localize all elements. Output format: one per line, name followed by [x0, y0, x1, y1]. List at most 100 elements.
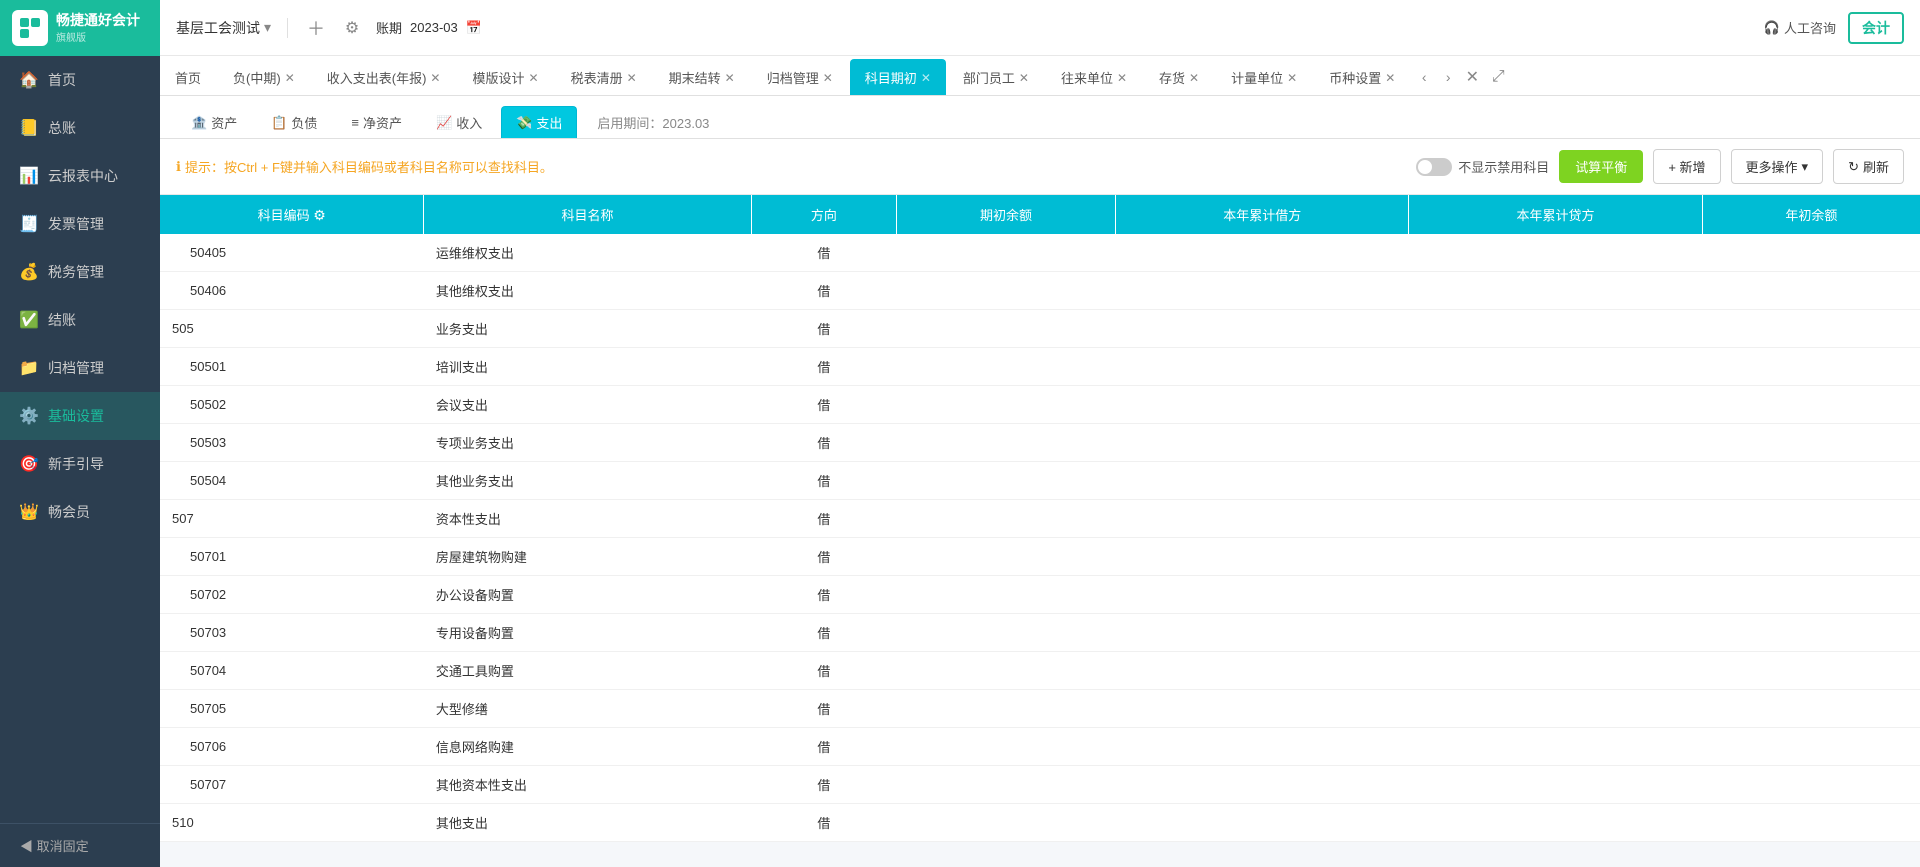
tab-nav-left[interactable]: ‹	[1412, 59, 1436, 95]
table-row[interactable]: 50405运维维权支出借	[160, 234, 1920, 272]
table-row[interactable]: 50707其他资本性支出借	[160, 766, 1920, 804]
subject-dir: 借	[751, 652, 896, 690]
table-row[interactable]: 505业务支出借	[160, 310, 1920, 348]
tab-income-annual[interactable]: 收入支出表(年报)✕	[312, 59, 456, 95]
more-actions-button[interactable]: 更多操作 ▾	[1731, 149, 1824, 184]
calc-balance-button[interactable]: 试算平衡	[1559, 150, 1643, 183]
support-button[interactable]: 🎧 人工咨询	[1764, 18, 1836, 37]
tab-nav-right[interactable]: ›	[1436, 59, 1460, 95]
tab-close-dept-staff[interactable]: ✕	[1019, 71, 1029, 85]
sidebar-item-settle[interactable]: ✅结账	[0, 296, 160, 344]
table-row[interactable]: 50705大型修缮借	[160, 690, 1920, 728]
sidebar-collapse-btn[interactable]: ◀ 取消固定	[0, 823, 160, 867]
sidebar-item-archive[interactable]: 📁归档管理	[0, 344, 160, 392]
tab-close-all[interactable]: ✕	[1460, 59, 1484, 95]
tab-close-unit[interactable]: ✕	[1287, 71, 1297, 85]
tab-label: 收入支出表(年报)	[327, 68, 427, 87]
tab-bs-mid[interactable]: 负(中期)✕	[218, 59, 310, 95]
tab-close-period-end[interactable]: ✕	[725, 71, 735, 85]
tab-close-currency[interactable]: ✕	[1385, 71, 1395, 85]
tab-counterpart[interactable]: 往来单位✕	[1046, 59, 1142, 95]
table-row[interactable]: 507资本性支出借	[160, 500, 1920, 538]
workspace-settings-button[interactable]: ⚙	[340, 16, 364, 40]
table-row[interactable]: 50502会议支出借	[160, 386, 1920, 424]
subject-code: 50706	[160, 728, 424, 766]
tab-template[interactable]: 模版设计✕	[457, 59, 553, 95]
subject-val-4	[1116, 386, 1409, 424]
subject-val-6	[1702, 766, 1920, 804]
refresh-button[interactable]: ↻ 刷新	[1833, 149, 1904, 184]
subject-dir: 借	[751, 234, 896, 272]
col-settings-icon[interactable]: ⚙	[313, 207, 326, 223]
tab-close-income-annual[interactable]: ✕	[430, 71, 440, 85]
tab-close-counterpart[interactable]: ✕	[1117, 71, 1127, 85]
tab-close-bs-mid[interactable]: ✕	[285, 71, 295, 85]
sidebar-item-tax[interactable]: 💰税务管理	[0, 248, 160, 296]
subtab-liability[interactable]: 📋负债	[256, 106, 332, 138]
tab-period-end[interactable]: 期末结转✕	[654, 59, 750, 95]
subject-val-5	[1409, 652, 1702, 690]
tab-inventory[interactable]: 存货✕	[1144, 59, 1214, 95]
table-row[interactable]: 50704交通工具购置借	[160, 652, 1920, 690]
table-row[interactable]: 50703专用设备购置借	[160, 614, 1920, 652]
table-row[interactable]: 50706信息网络购建借	[160, 728, 1920, 766]
tab-close-inventory[interactable]: ✕	[1189, 71, 1199, 85]
sidebar-item-guide[interactable]: 🎯新手引导	[0, 440, 160, 488]
period-display: 账期 2023-03 📅	[376, 18, 482, 37]
tab-close-subject-init[interactable]: ✕	[921, 71, 931, 85]
toggle-switch[interactable]	[1416, 158, 1452, 176]
subject-val-5	[1409, 424, 1702, 462]
chevron-down-icon[interactable]: ▾	[264, 19, 271, 36]
tab-unit[interactable]: 计量单位✕	[1216, 59, 1312, 95]
topbar-right: 🎧 人工咨询 会计	[1764, 12, 1904, 44]
tab-close-archive-mgr[interactable]: ✕	[823, 71, 833, 85]
subject-dir: 借	[751, 690, 896, 728]
chevron-down-icon: ▾	[1802, 159, 1809, 175]
subject-val-5	[1409, 576, 1702, 614]
table-row[interactable]: 50406其他维权支出借	[160, 272, 1920, 310]
sidebar-item-reports[interactable]: 📊云报表中心	[0, 152, 160, 200]
sidebar-item-label: 新手引导	[48, 454, 104, 474]
tab-expand[interactable]: ⤢	[1484, 59, 1512, 95]
tab-home[interactable]: 首页	[160, 59, 216, 95]
sidebar-item-home[interactable]: 🏠首页	[0, 56, 160, 104]
subject-dir: 借	[751, 272, 896, 310]
subject-name: 会议支出	[424, 386, 751, 424]
add-workspace-button[interactable]: ＋	[304, 16, 328, 40]
settings-icon: ⚙️	[20, 407, 38, 425]
add-subject-button[interactable]: + 新增	[1653, 149, 1720, 184]
sidebar-item-member[interactable]: 👑畅会员	[0, 488, 160, 536]
table-row[interactable]: 50701房屋建筑物购建借	[160, 538, 1920, 576]
tab-subject-init[interactable]: 科目期初✕	[850, 59, 946, 95]
subject-val-6	[1702, 500, 1920, 538]
subject-val-5	[1409, 272, 1702, 310]
subject-name: 其他资本性支出	[424, 766, 751, 804]
tab-dept-staff[interactable]: 部门员工✕	[948, 59, 1044, 95]
calendar-icon[interactable]: 📅	[466, 20, 482, 36]
sidebar-item-settings[interactable]: ⚙️ 基础设置	[0, 392, 160, 440]
tab-close-tax-clear[interactable]: ✕	[627, 71, 637, 85]
subtab-expense[interactable]: 💸支出	[501, 106, 577, 138]
table-row[interactable]: 50702办公设备购置借	[160, 576, 1920, 614]
subject-dir: 借	[751, 500, 896, 538]
sidebar-item-invoice[interactable]: 🧾发票管理	[0, 200, 160, 248]
table-row[interactable]: 50504其他业务支出借	[160, 462, 1920, 500]
subject-code: 505	[160, 310, 424, 348]
tab-label: 币种设置	[1329, 68, 1381, 87]
tab-archive-mgr[interactable]: 归档管理✕	[752, 59, 848, 95]
subtab-income[interactable]: 📈收入	[421, 106, 497, 138]
tab-tax-clear[interactable]: 税表清册✕	[556, 59, 652, 95]
subtab-asset[interactable]: 🏦资产	[176, 106, 252, 138]
tab-close-template[interactable]: ✕	[529, 71, 539, 85]
sidebar-item-label: 基础设置	[48, 406, 104, 426]
table-row[interactable]: 50503专项业务支出借	[160, 424, 1920, 462]
subtab-net-asset[interactable]: ≡净资产	[336, 106, 417, 138]
account-button[interactable]: 会计	[1848, 12, 1904, 44]
subtab-label: 收入	[456, 113, 482, 132]
tab-currency[interactable]: 币种设置 ✕	[1314, 59, 1410, 95]
table-row[interactable]: 510其他支出借	[160, 804, 1920, 842]
table-row[interactable]: 50501培训支出借	[160, 348, 1920, 386]
subject-code: 50707	[160, 766, 424, 804]
org-name[interactable]: 基层工会测试 ▾	[176, 18, 271, 38]
sidebar-item-ledger[interactable]: 📒总账	[0, 104, 160, 152]
